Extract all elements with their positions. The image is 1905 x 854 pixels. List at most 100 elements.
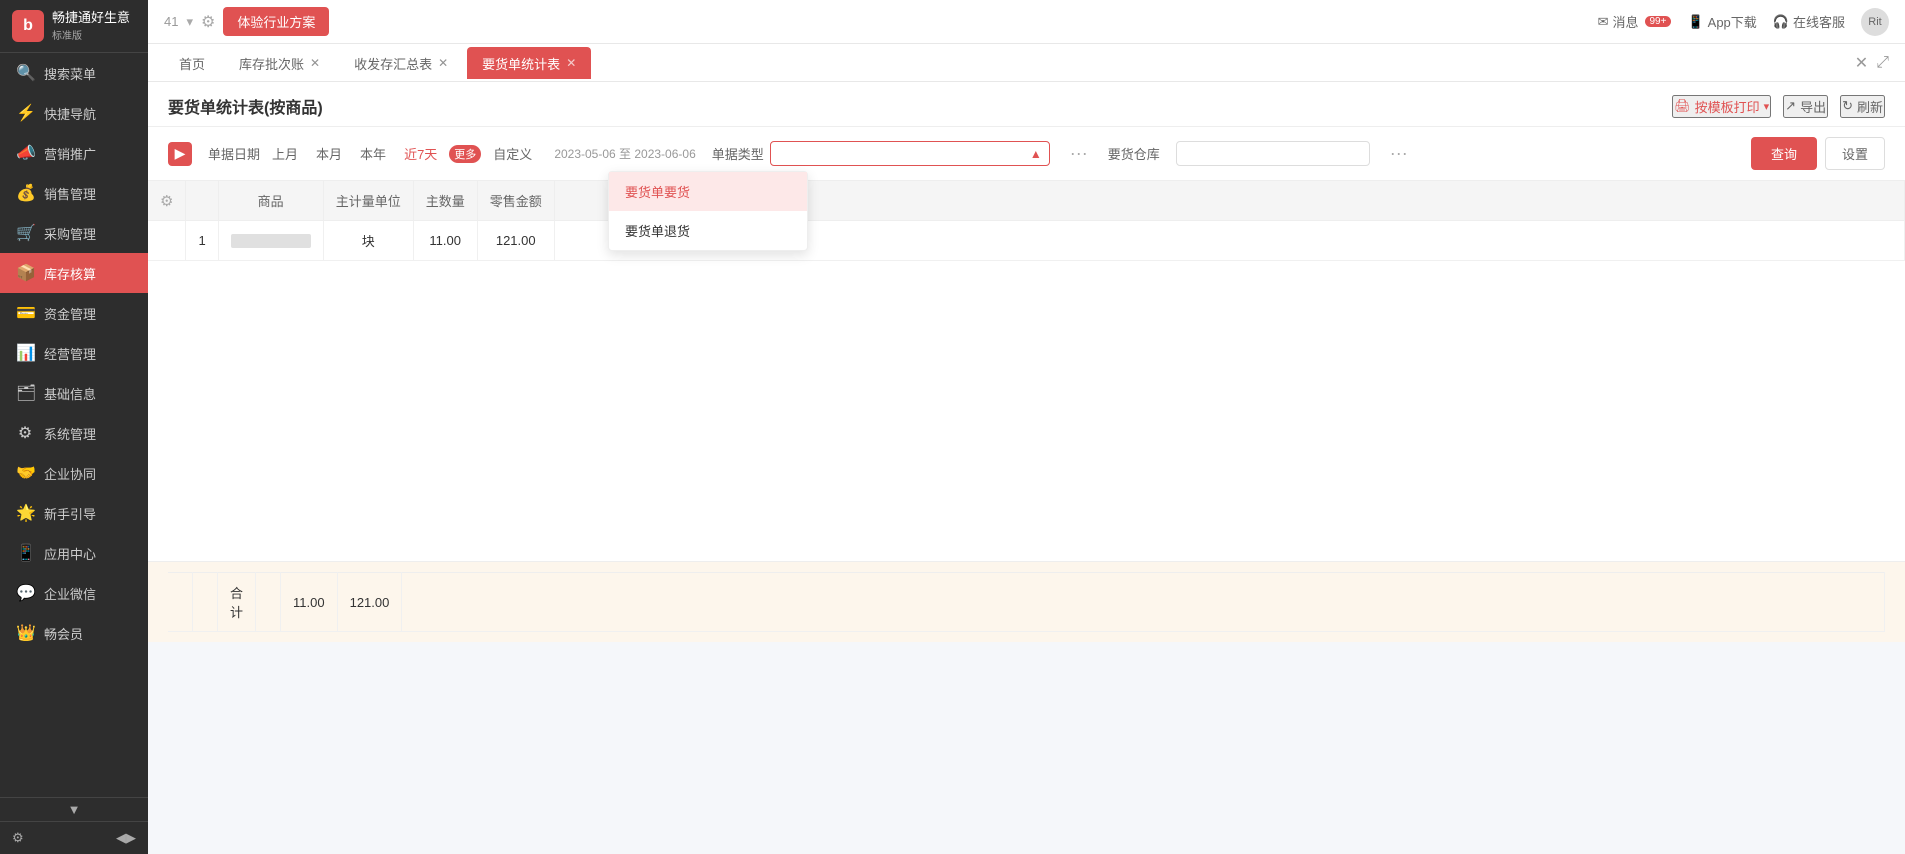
export-button[interactable]: ↗ 导出: [1783, 95, 1828, 118]
total-row: 合计 11.00 121.00: [168, 573, 1885, 632]
megaphone-icon: 📣: [16, 143, 34, 163]
sidebar-item-system[interactable]: ⚙ 系统管理: [0, 413, 148, 453]
star-icon: 🌟: [16, 503, 34, 523]
date-range-display: 2023-05-06 至 2023-06-06: [554, 145, 695, 162]
type-dropdown: 要货单要货 要货单退货: [608, 171, 808, 251]
sidebar-item-members[interactable]: 👑 畅会员: [0, 613, 148, 653]
tab-expand-icon[interactable]: ⤢: [1876, 54, 1889, 72]
sidebar-bottom: ⚙ ◀▶: [0, 821, 148, 854]
chat-icon: 💬: [16, 583, 34, 603]
print-button[interactable]: 🖨 按模板打印 ▾: [1672, 95, 1771, 118]
td-seq: 1: [186, 221, 218, 261]
date-btn-this-month[interactable]: 本月: [310, 142, 348, 165]
filter-more-dots[interactable]: ···: [1066, 143, 1092, 164]
td-amount: 121.00: [477, 221, 554, 261]
td-product: [218, 221, 323, 261]
td-unit: 块: [323, 221, 413, 261]
warehouse-input[interactable]: [1176, 141, 1370, 166]
topbar-number: 41: [164, 14, 178, 29]
sidebar-scroll-down[interactable]: ▼: [0, 797, 148, 821]
tab-close-all-icon[interactable]: ✕: [1855, 53, 1868, 73]
online-service-item[interactable]: 🎧 在线客服: [1773, 12, 1845, 31]
sidebar-logo: b 畅捷通好生意 标准版: [0, 0, 148, 53]
avatar-text: Rit: [1868, 16, 1881, 28]
total-label: 合计: [218, 573, 256, 632]
search-icon: 🔍: [16, 63, 34, 83]
settings-button[interactable]: 设置: [1825, 137, 1885, 170]
user-avatar[interactable]: Rit: [1861, 8, 1889, 36]
app-download-item[interactable]: 📱 App下载: [1687, 12, 1756, 31]
industry-solution-button[interactable]: 体验行业方案: [223, 7, 329, 36]
tabs-bar: 首页 库存批次账 ✕ 收发存汇总表 ✕ 要货单统计表 ✕ ✕ ⤢: [148, 44, 1905, 82]
sidebar-nav: 🔍 搜索菜单 ⚡ 快捷导航 📣 营销推广 💰 销售管理 🛒 采购管理 📦 库存核…: [0, 53, 148, 797]
date-btn-last-month[interactable]: 上月: [266, 142, 304, 165]
card-icon: 💳: [16, 303, 34, 323]
date-btn-this-year[interactable]: 本年: [354, 142, 392, 165]
phone-icon: 📱: [1687, 14, 1703, 30]
query-button[interactable]: 查询: [1751, 137, 1817, 170]
chart-icon: 📊: [16, 343, 34, 363]
sidebar-item-operations[interactable]: 📊 经营管理: [0, 333, 148, 373]
date-more-badge[interactable]: 更多: [449, 145, 481, 163]
topbar: 41 ▾ ⚙ 体验行业方案 ✉ 消息 99+ 📱 App下载 🎧 在线客服 Ri…: [148, 0, 1905, 44]
sidebar-collapse-icon[interactable]: ◀▶: [116, 830, 136, 846]
filter-expand-button[interactable]: ▶: [168, 142, 192, 166]
page-header-actions: 🖨 按模板打印 ▾ ↗ 导出 ↻ 刷新: [1672, 95, 1885, 118]
refresh-button[interactable]: ↻ 刷新: [1840, 95, 1885, 118]
app-logo-icon: b: [12, 10, 44, 42]
th-unit: 主计量单位: [323, 181, 413, 221]
total-amount: 121.00: [337, 573, 402, 632]
tab-close-receipt-summary[interactable]: ✕: [438, 56, 448, 70]
topbar-chevron-down-icon[interactable]: ▾: [186, 14, 193, 30]
date-filter-group: 单据日期 上月 本月 本年 近7天 更多 自定义: [208, 142, 538, 165]
table-empty-space: [148, 261, 1905, 561]
sidebar-item-quick-nav[interactable]: ⚡ 快捷导航: [0, 93, 148, 133]
notifications-item[interactable]: ✉ 消息 99+: [1598, 12, 1672, 31]
dropdown-item-requisition-order[interactable]: 要货单要货: [609, 172, 807, 211]
topbar-right: ✉ 消息 99+ 📱 App下载 🎧 在线客服 Rit: [1598, 8, 1889, 36]
product-placeholder-bar: [231, 234, 311, 248]
sidebar-item-sales[interactable]: 💰 销售管理: [0, 173, 148, 213]
tab-home[interactable]: 首页: [164, 47, 220, 79]
sidebar-item-inventory[interactable]: 📦 库存核算: [0, 253, 148, 293]
sidebar-item-apps[interactable]: 📱 应用中心: [0, 533, 148, 573]
tab-inventory-batch[interactable]: 库存批次账 ✕: [224, 47, 335, 79]
date-btn-7days[interactable]: 近7天: [398, 142, 443, 165]
headset-icon: 🎧: [1773, 14, 1789, 30]
money-icon: 💰: [16, 183, 34, 203]
sidebar-item-purchase[interactable]: 🛒 采购管理: [0, 213, 148, 253]
date-btn-custom[interactable]: 自定义: [487, 142, 538, 165]
folder-icon: 🗂: [16, 383, 34, 403]
sidebar-item-marketing[interactable]: 📣 营销推广: [0, 133, 148, 173]
sidebar-item-enterprise[interactable]: 🤝 企业协同: [0, 453, 148, 493]
total-quantity: 11.00: [281, 573, 338, 632]
type-select-wrapper: ▲: [770, 141, 1050, 166]
warehouse-label: 要货仓库: [1108, 144, 1160, 163]
sidebar-item-search[interactable]: 🔍 搜索菜单: [0, 53, 148, 93]
type-select-input[interactable]: [770, 141, 1050, 166]
table-settings-icon[interactable]: ⚙: [160, 193, 173, 210]
sidebar-item-basic-info[interactable]: 🗂 基础信息: [0, 373, 148, 413]
app-logo-text: 畅捷通好生意 标准版: [52, 10, 130, 42]
th-amount: 零售金额: [477, 181, 554, 221]
handshake-icon: 🤝: [16, 463, 34, 483]
type-filter-group: 单据类型 ▲: [712, 141, 1050, 166]
phone-icon: 📱: [16, 543, 34, 563]
total-unit-empty: [256, 573, 281, 632]
main-area: 41 ▾ ⚙ 体验行业方案 ✉ 消息 99+ 📱 App下载 🎧 在线客服 Ri…: [148, 0, 1905, 854]
warehouse-more-dots[interactable]: ···: [1386, 143, 1412, 164]
td-row-settings: [148, 221, 186, 261]
type-chevron-up-icon[interactable]: ▲: [1030, 147, 1042, 161]
tab-receipt-summary[interactable]: 收发存汇总表 ✕: [339, 47, 463, 79]
th-settings: ⚙: [148, 181, 186, 221]
dropdown-item-requisition-return[interactable]: 要货单退货: [609, 211, 807, 250]
sidebar-settings-icon[interactable]: ⚙: [12, 830, 24, 846]
sidebar-item-finance[interactable]: 💳 资金管理: [0, 293, 148, 333]
tab-requisition-stats[interactable]: 要货单统计表 ✕: [467, 47, 591, 79]
sidebar-item-guide[interactable]: 🌟 新手引导: [0, 493, 148, 533]
tab-close-requisition-stats[interactable]: ✕: [566, 56, 576, 70]
topbar-settings-icon[interactable]: ⚙: [201, 12, 215, 32]
sidebar-item-wechat[interactable]: 💬 企业微信: [0, 573, 148, 613]
tab-close-inventory-batch[interactable]: ✕: [310, 56, 320, 70]
refresh-icon: ↻: [1842, 98, 1853, 114]
